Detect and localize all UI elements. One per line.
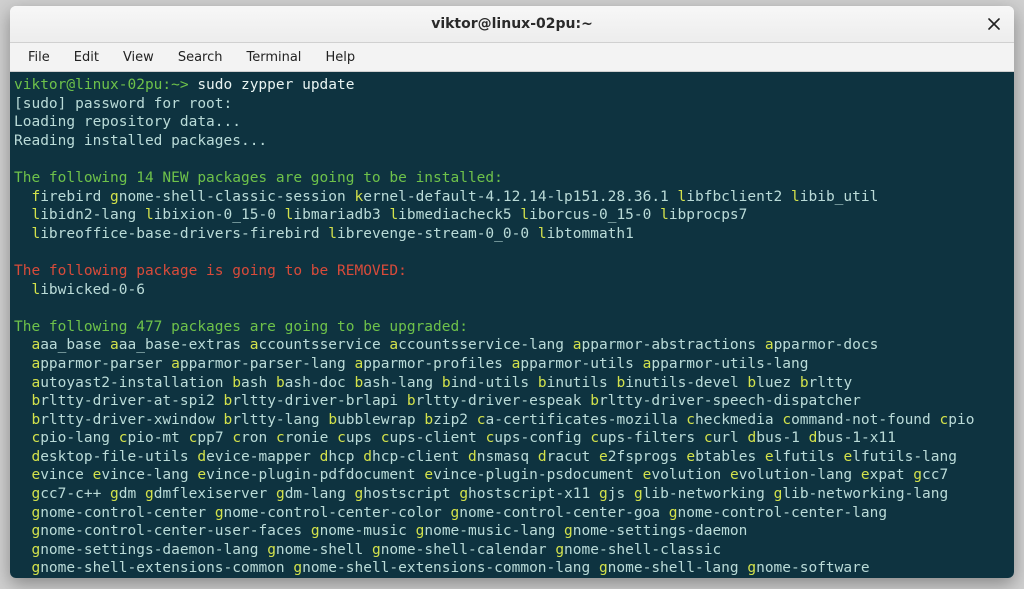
- menu-view[interactable]: View: [113, 46, 164, 69]
- terminal-window: viktor@linux-02pu:~ File Edit View Searc…: [10, 6, 1014, 578]
- menu-help[interactable]: Help: [315, 46, 365, 69]
- terminal-output[interactable]: viktor@linux-02pu:~> sudo zypper update[…: [10, 72, 1014, 578]
- menu-terminal[interactable]: Terminal: [236, 46, 311, 69]
- window-title: viktor@linux-02pu:~: [10, 16, 1014, 32]
- menu-edit[interactable]: Edit: [64, 46, 109, 69]
- titlebar: viktor@linux-02pu:~: [10, 6, 1014, 43]
- menubar: File Edit View Search Terminal Help: [10, 43, 1014, 72]
- menu-file[interactable]: File: [18, 46, 60, 69]
- close-button[interactable]: [984, 14, 1004, 34]
- close-icon: [988, 18, 1000, 30]
- menu-search[interactable]: Search: [168, 46, 233, 69]
